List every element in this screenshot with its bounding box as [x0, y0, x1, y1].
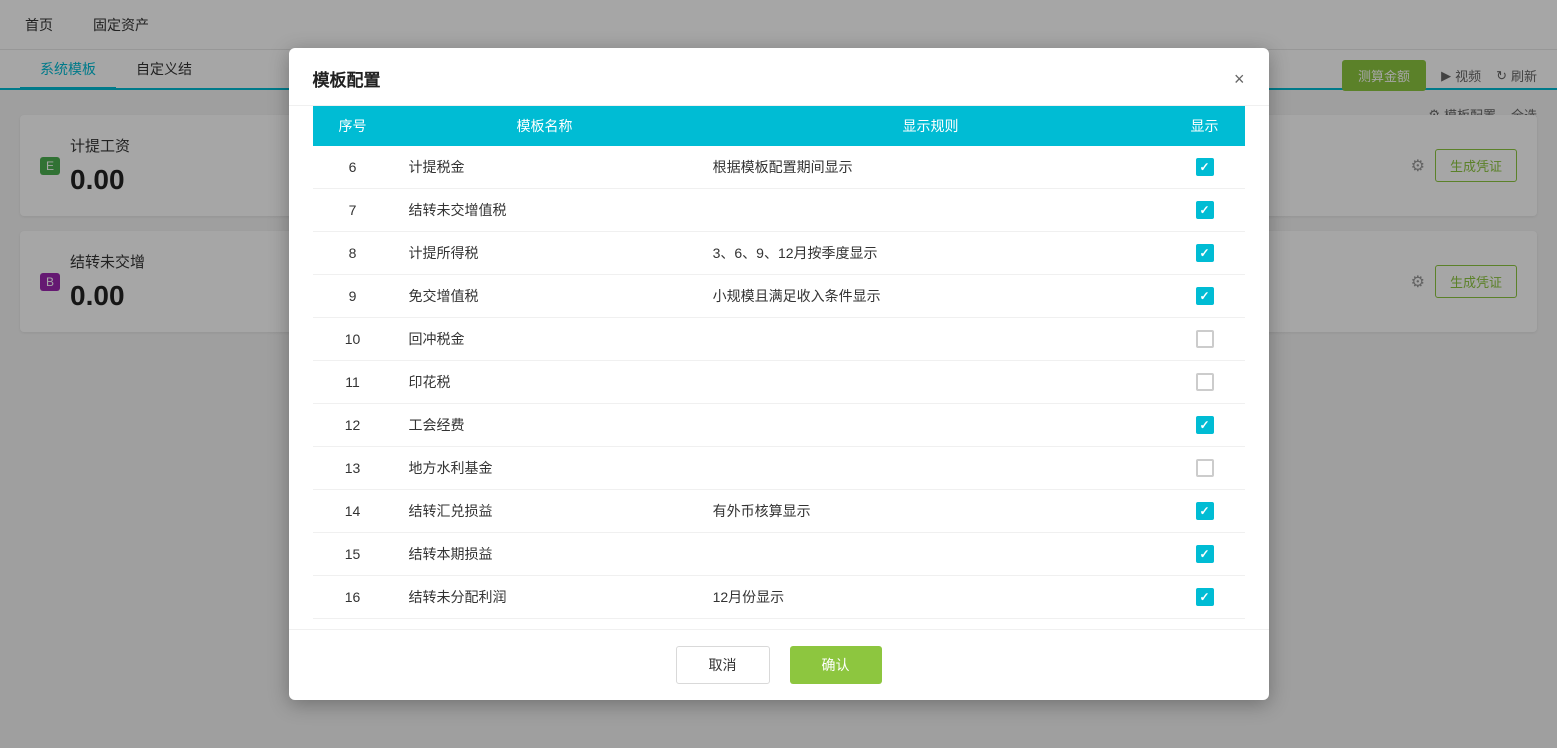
cell-rule: 12月份显示 [697, 576, 1165, 619]
cell-id: 13 [313, 447, 393, 490]
table-row: 15结转本期损益 [313, 533, 1245, 576]
cell-id: 14 [313, 490, 393, 533]
cell-id: 7 [313, 189, 393, 232]
cell-checkbox[interactable] [1165, 318, 1245, 361]
template-checkbox[interactable] [1196, 373, 1214, 391]
table-row: 12工会经费 [313, 404, 1245, 447]
col-header-show: 显示 [1165, 106, 1245, 146]
table-row: 11印花税 [313, 361, 1245, 404]
template-checkbox[interactable] [1196, 201, 1214, 219]
cell-checkbox[interactable] [1165, 232, 1245, 275]
modal-footer: 取消 确认 [289, 629, 1269, 700]
cell-checkbox[interactable] [1165, 447, 1245, 490]
col-header-name: 模板名称 [393, 106, 697, 146]
template-checkbox[interactable] [1196, 459, 1214, 477]
table-row: 7结转未交增值税 [313, 189, 1245, 232]
template-checkbox[interactable] [1196, 416, 1214, 434]
cell-id: 6 [313, 146, 393, 189]
cell-rule [697, 189, 1165, 232]
cell-checkbox[interactable] [1165, 533, 1245, 576]
cell-rule [697, 447, 1165, 490]
cell-name: 结转汇兑损益 [393, 490, 697, 533]
cell-checkbox[interactable] [1165, 361, 1245, 404]
cell-name: 地方水利基金 [393, 447, 697, 490]
cell-id: 15 [313, 533, 393, 576]
cell-checkbox[interactable] [1165, 404, 1245, 447]
template-checkbox[interactable] [1196, 502, 1214, 520]
cell-name: 印花税 [393, 361, 697, 404]
cell-name: 结转未交增值税 [393, 189, 697, 232]
table-row: 6计提税金根据模板配置期间显示 [313, 146, 1245, 189]
cell-id: 11 [313, 361, 393, 404]
col-header-id: 序号 [313, 106, 393, 146]
table-row: 10回冲税金 [313, 318, 1245, 361]
cell-id: 12 [313, 404, 393, 447]
confirm-button[interactable]: 确认 [790, 646, 882, 684]
template-checkbox[interactable] [1196, 158, 1214, 176]
cell-name: 结转本期损益 [393, 533, 697, 576]
cancel-button[interactable]: 取消 [676, 646, 770, 684]
cell-checkbox[interactable] [1165, 275, 1245, 318]
cell-id: 9 [313, 275, 393, 318]
modal-header: 模板配置 × [289, 48, 1269, 106]
modal-title: 模板配置 [313, 66, 381, 91]
cell-name: 免交增值税 [393, 275, 697, 318]
cell-name: 计提税金 [393, 146, 697, 189]
modal-body[interactable]: 序号 模板名称 显示规则 显示 6计提税金根据模板配置期间显示7结转未交增值税8… [289, 106, 1269, 629]
table-header-row: 序号 模板名称 显示规则 显示 [313, 106, 1245, 146]
cell-rule [697, 361, 1165, 404]
template-checkbox[interactable] [1196, 287, 1214, 305]
template-table: 序号 模板名称 显示规则 显示 6计提税金根据模板配置期间显示7结转未交增值税8… [313, 106, 1245, 619]
template-checkbox[interactable] [1196, 588, 1214, 606]
cell-name: 计提所得税 [393, 232, 697, 275]
cell-rule: 小规模且满足收入条件显示 [697, 275, 1165, 318]
table-row: 13地方水利基金 [313, 447, 1245, 490]
modal-close-button[interactable]: × [1234, 70, 1245, 88]
cell-checkbox[interactable] [1165, 189, 1245, 232]
cell-checkbox[interactable] [1165, 490, 1245, 533]
cell-rule: 有外币核算显示 [697, 490, 1165, 533]
table-row: 9免交增值税小规模且满足收入条件显示 [313, 275, 1245, 318]
cell-id: 10 [313, 318, 393, 361]
template-checkbox[interactable] [1196, 244, 1214, 262]
cell-checkbox[interactable] [1165, 576, 1245, 619]
col-header-rule: 显示规则 [697, 106, 1165, 146]
cell-id: 8 [313, 232, 393, 275]
template-config-modal: 模板配置 × 序号 模板名称 显示规则 显示 6计提税金根据模板配置期间显示7结… [289, 48, 1269, 700]
table-row: 16结转未分配利润12月份显示 [313, 576, 1245, 619]
cell-name: 结转未分配利润 [393, 576, 697, 619]
cell-id: 16 [313, 576, 393, 619]
template-checkbox[interactable] [1196, 330, 1214, 348]
cell-rule [697, 318, 1165, 361]
modal-overlay: 模板配置 × 序号 模板名称 显示规则 显示 6计提税金根据模板配置期间显示7结… [0, 0, 1557, 748]
cell-rule: 根据模板配置期间显示 [697, 146, 1165, 189]
template-checkbox[interactable] [1196, 545, 1214, 563]
cell-name: 工会经费 [393, 404, 697, 447]
cell-rule: 3、6、9、12月按季度显示 [697, 232, 1165, 275]
cell-checkbox[interactable] [1165, 146, 1245, 189]
table-row: 14结转汇兑损益有外币核算显示 [313, 490, 1245, 533]
cell-name: 回冲税金 [393, 318, 697, 361]
table-row: 8计提所得税3、6、9、12月按季度显示 [313, 232, 1245, 275]
cell-rule [697, 404, 1165, 447]
cell-rule [697, 533, 1165, 576]
